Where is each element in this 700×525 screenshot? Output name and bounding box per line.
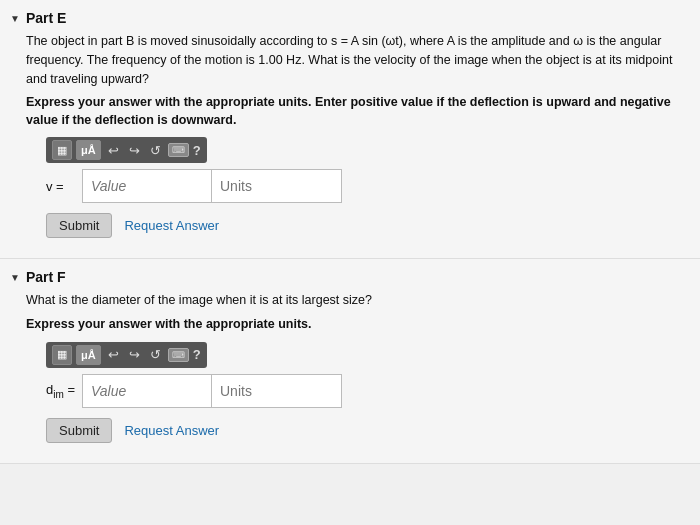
part-e-value-input[interactable]	[82, 169, 212, 203]
part-f-section: ▼ Part F What is the diameter of the ima…	[0, 259, 700, 463]
part-e-units-input[interactable]	[212, 169, 342, 203]
part-f-request-answer-link[interactable]: Request Answer	[124, 423, 219, 438]
part-e-button-row: Submit Request Answer	[46, 213, 682, 238]
mu-a-button[interactable]: μÅ	[76, 140, 101, 160]
redo-icon[interactable]: ↪	[126, 142, 143, 159]
part-f-input-row: dim =	[46, 374, 682, 408]
redo-icon-f[interactable]: ↪	[126, 346, 143, 363]
part-f-label-sub: im	[53, 388, 64, 399]
undo-icon-f[interactable]: ↩	[105, 346, 122, 363]
keyboard-icon[interactable]: ⌨	[168, 143, 189, 157]
part-e-title: Part E	[26, 10, 66, 26]
part-e-header: ▼ Part E	[10, 10, 682, 26]
mu-a-button-f[interactable]: μÅ	[76, 345, 101, 365]
part-e-section: ▼ Part E The object in part B is moved s…	[0, 0, 700, 259]
undo-icon[interactable]: ↩	[105, 142, 122, 159]
part-f-toolbar: ▦ μÅ ↩ ↪ ↺ ⌨ ?	[46, 342, 207, 368]
part-e-request-answer-link[interactable]: Request Answer	[124, 218, 219, 233]
help-icon-f[interactable]: ?	[193, 347, 201, 362]
part-e-instruction: Express your answer with the appropriate…	[26, 94, 682, 129]
part-e-description: The object in part B is moved sinusoidal…	[26, 32, 682, 88]
part-f-header: ▼ Part F	[10, 269, 682, 285]
part-e-input-row: v =	[46, 169, 682, 203]
grid-icon-f[interactable]: ▦	[52, 345, 72, 365]
part-e-submit-button[interactable]: Submit	[46, 213, 112, 238]
grid-icon[interactable]: ▦	[52, 140, 72, 160]
part-f-description: What is the diameter of the image when i…	[26, 291, 682, 310]
part-f-submit-button[interactable]: Submit	[46, 418, 112, 443]
help-icon[interactable]: ?	[193, 143, 201, 158]
collapse-arrow-e[interactable]: ▼	[10, 13, 20, 24]
keyboard-icon-f[interactable]: ⌨	[168, 348, 189, 362]
part-f-title: Part F	[26, 269, 66, 285]
page: ▼ Part E The object in part B is moved s…	[0, 0, 700, 525]
part-f-label-suffix: =	[64, 382, 75, 397]
part-e-label: v =	[46, 179, 76, 194]
part-f-units-input[interactable]	[212, 374, 342, 408]
part-f-label: dim =	[46, 382, 76, 400]
refresh-icon[interactable]: ↺	[147, 142, 164, 159]
collapse-arrow-f[interactable]: ▼	[10, 272, 20, 283]
part-e-toolbar: ▦ μÅ ↩ ↪ ↺ ⌨ ?	[46, 137, 207, 163]
part-f-instruction: Express your answer with the appropriate…	[26, 316, 682, 334]
part-f-button-row: Submit Request Answer	[46, 418, 682, 443]
part-f-value-input[interactable]	[82, 374, 212, 408]
refresh-icon-f[interactable]: ↺	[147, 346, 164, 363]
